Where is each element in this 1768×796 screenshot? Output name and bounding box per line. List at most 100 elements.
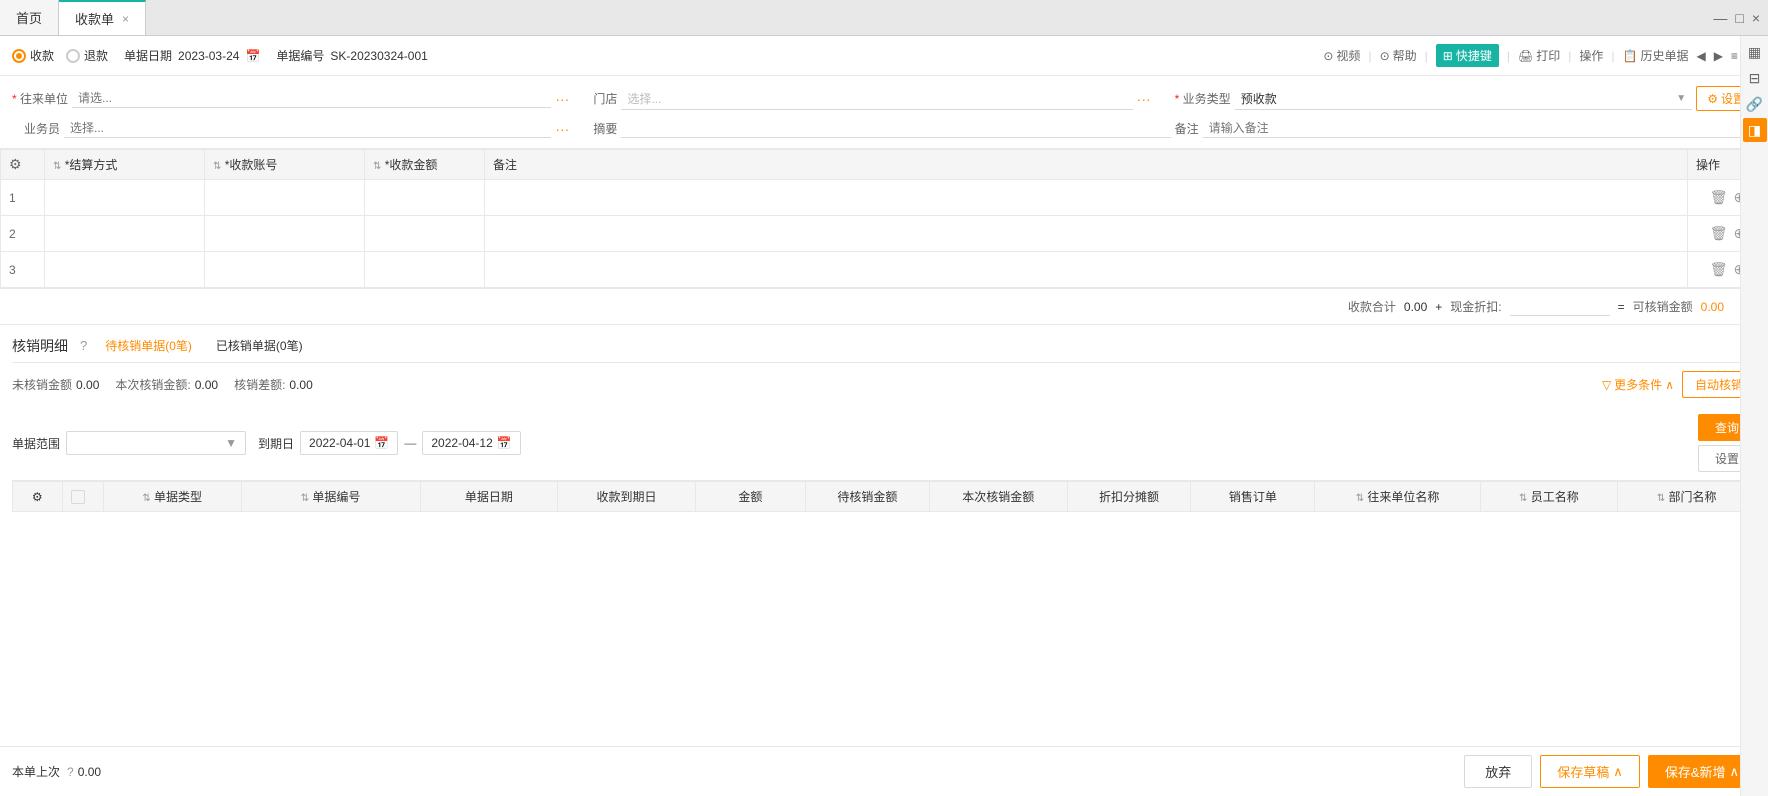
store-field: 门店 选择... ··· (593, 88, 1174, 110)
this-order-label: 本单上次 (12, 763, 60, 780)
bt-col-due-date: 收款到期日 (558, 482, 696, 512)
row1-settlement[interactable] (45, 180, 205, 216)
receipt-table-section: ⚙ ⇅ *结算方式 ⇅ *收款账号 ⇅ *收款金额 备 (0, 149, 1768, 289)
calendar-icon[interactable]: 📅 (245, 49, 260, 63)
video-action[interactable]: ⊙ 视频 (1323, 47, 1360, 64)
partner-more-icon[interactable]: ··· (555, 91, 569, 107)
footer: 本单上次 ? 0.00 放弃 保存草稿 ∧ 保存&新增 ∧ (0, 746, 1768, 796)
col-settings-header[interactable]: ⚙ (1, 150, 45, 180)
radio-shoukuan-dot (12, 49, 26, 63)
business-label: 业务类型 (1175, 90, 1231, 107)
row1-account[interactable] (205, 180, 365, 216)
tab-home[interactable]: 首页 (0, 0, 59, 35)
staff-label: 业务员 (24, 120, 60, 137)
minimize-icon[interactable]: — (1713, 10, 1727, 26)
date-from-input[interactable]: 2022-04-01 📅 (300, 431, 398, 455)
verification-help-icon[interactable]: ? (80, 338, 87, 353)
row2-account[interactable] (205, 216, 365, 252)
sidebar-icon-3[interactable]: 🔗 (1743, 92, 1767, 116)
row3-amount[interactable] (365, 252, 485, 288)
bt-type-label: 单据类型 (154, 490, 202, 504)
footer-value: 0.00 (78, 765, 101, 779)
calendar-to-icon: 📅 (497, 436, 512, 450)
current-label: 本次核销金额: (115, 376, 190, 393)
table-row: 2 🗑 ⊕ (1, 216, 1768, 252)
row1-remark[interactable] (485, 180, 1688, 216)
total-value: 0.00 (1404, 300, 1427, 314)
total-label: 收款合计 (1348, 298, 1396, 315)
footer-help-icon[interactable]: ? (67, 765, 74, 779)
staff-input[interactable] (64, 119, 551, 138)
window-close-icon[interactable]: × (1752, 10, 1760, 26)
bt-due-date-label: 收款到期日 (597, 490, 657, 504)
bt-col-settings[interactable]: ⚙ (13, 482, 63, 512)
store-more-icon[interactable]: ··· (1137, 91, 1151, 107)
row1-amount[interactable] (365, 180, 485, 216)
help-action[interactable]: ⊙ 帮助 (1380, 47, 1417, 64)
row2-settlement[interactable] (45, 216, 205, 252)
operation-action[interactable]: 操作 (1579, 47, 1603, 64)
tab-pending[interactable]: 待核销单据(0笔) (99, 335, 198, 356)
bt-col-checkbox[interactable] (62, 482, 103, 512)
chevron-up-icon: ∧ (1665, 378, 1674, 392)
row3-account[interactable] (205, 252, 365, 288)
tab-done[interactable]: 已核销单据(0笔) (210, 335, 309, 356)
nav-right-icon: ▶ (1714, 49, 1723, 63)
radio-shoukuan[interactable]: 收款 (12, 47, 54, 64)
discard-button[interactable]: 放弃 (1464, 755, 1532, 788)
number-value: SK-20230324-001 (330, 49, 427, 63)
staff-field: 业务员 ··· (12, 119, 593, 138)
video-label: 视频 (1336, 47, 1360, 64)
business-select[interactable]: 预收款 ▼ (1235, 88, 1693, 110)
print-icon: 🖨 (1518, 49, 1533, 63)
store-select[interactable]: 选择... (621, 88, 1132, 110)
col-amount-header: ⇅ *收款金额 (365, 150, 485, 180)
sidebar-icon-1[interactable]: ▦ (1743, 40, 1767, 64)
save-new-arrow-icon: ∧ (1729, 764, 1739, 780)
save-draft-button[interactable]: 保存草稿 ∧ (1540, 755, 1640, 788)
row2-delete-icon[interactable]: 🗑 (1710, 225, 1728, 242)
tab-shoukuan[interactable]: 收款单 × (59, 0, 146, 35)
remark-input[interactable] (1203, 119, 1752, 138)
help-label: 帮助 (1393, 47, 1417, 64)
bt-amount-label: 金额 (738, 490, 762, 504)
more-conditions-btn[interactable]: ▽ 更多条件 ∧ (1602, 376, 1674, 393)
select-all-checkbox[interactable] (71, 490, 85, 504)
diff-label: 核销差额: (234, 376, 285, 393)
due-date-label: 到期日 (258, 435, 294, 452)
nav-right[interactable]: ▶ (1714, 49, 1723, 63)
verify-right-actions: ▽ 更多条件 ∧ 自动核销 (1602, 371, 1756, 398)
sidebar-icon-2[interactable]: ⊟ (1743, 66, 1767, 90)
print-action[interactable]: 🖨 打印 (1518, 47, 1560, 64)
operation-label: 操作 (1579, 47, 1603, 64)
bottom-table-header: ⚙ ⇅ 单据类型 ⇅ 单据编号 (13, 482, 1756, 512)
staff-more-icon[interactable]: ··· (555, 121, 569, 137)
save-draft-label: 保存草稿 (1557, 762, 1609, 781)
tab-close-icon[interactable]: × (122, 12, 129, 26)
bill-range-select[interactable]: ▼ (66, 431, 246, 455)
bt-partner-label: 往来单位名称 (1367, 490, 1439, 504)
list-view-icon[interactable]: ≡ (1731, 49, 1738, 63)
date-to-input[interactable]: 2022-04-12 📅 (422, 431, 520, 455)
shortcut-btn[interactable]: ⊞ 快捷键 (1436, 44, 1499, 67)
partner-input[interactable] (72, 89, 551, 108)
row1-delete-icon[interactable]: 🗑 (1710, 189, 1728, 206)
row3-remark[interactable] (485, 252, 1688, 288)
row3-delete-icon[interactable]: 🗑 (1710, 261, 1728, 278)
verification-table: ⚙ ⇅ 单据类型 ⇅ 单据编号 (12, 481, 1756, 512)
history-action[interactable]: 📋 历史单据 (1622, 47, 1688, 64)
row2-remark[interactable] (485, 216, 1688, 252)
row3-settlement[interactable] (45, 252, 205, 288)
maximize-icon[interactable]: □ (1735, 10, 1743, 26)
discount-input[interactable] (1510, 297, 1610, 316)
radio-tuikuan[interactable]: 退款 (66, 47, 108, 64)
history-label: 历史单据 (1640, 47, 1688, 64)
summary-input[interactable] (621, 119, 1170, 138)
table-row: 1 🗑 ⊕ (1, 180, 1768, 216)
sidebar-icon-4[interactable]: ◨ (1743, 118, 1767, 142)
nav-left[interactable]: ◀ (1696, 49, 1705, 63)
row2-amount[interactable] (365, 216, 485, 252)
main-content: 收款 退款 单据日期 2023-03-24 📅 单据编号 SK-20230324… (0, 36, 1768, 796)
remark-field: 备注 (1175, 119, 1756, 138)
bt-number-label: 单据编号 (312, 490, 360, 504)
